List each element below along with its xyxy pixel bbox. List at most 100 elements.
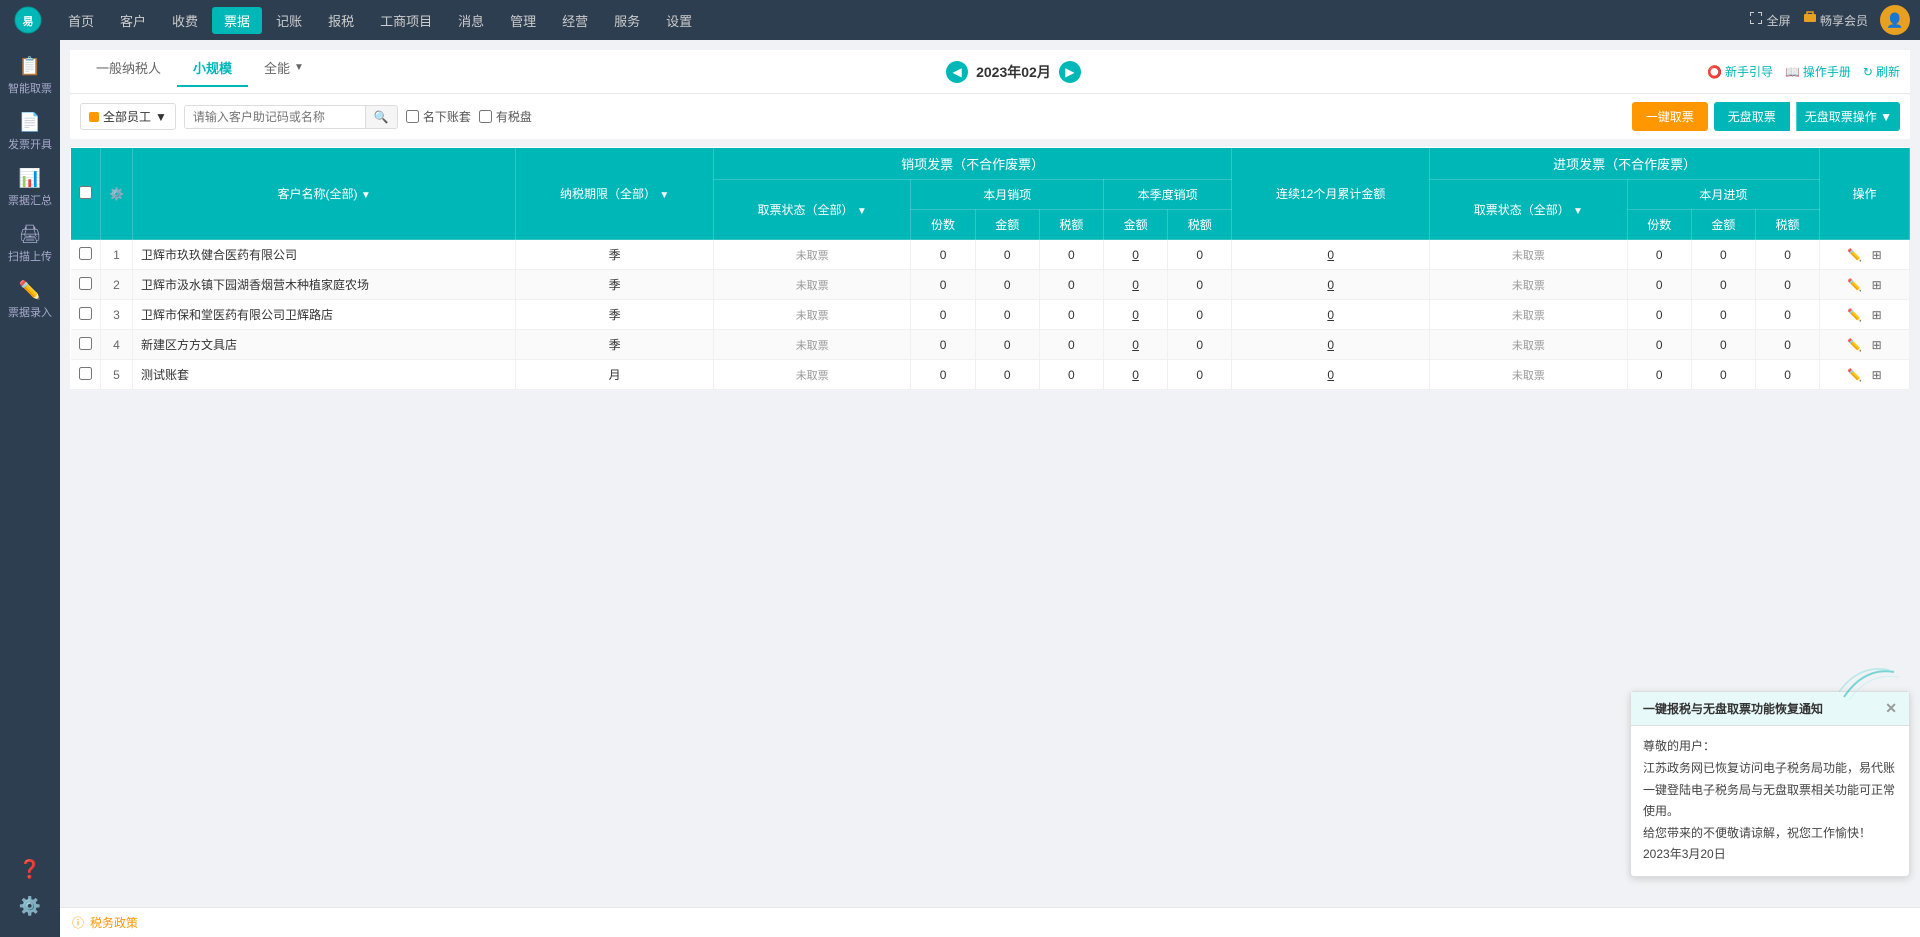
nav-item-记账[interactable]: 记账: [264, 7, 314, 34]
nav-item-工商项目[interactable]: 工商项目: [368, 7, 444, 34]
prev-month-btn[interactable]: ◀: [946, 61, 968, 83]
employee-dropdown[interactable]: 全部员工 ▼: [80, 103, 176, 130]
no-disk-operations-dropdown[interactable]: 无盘取票操作 ▼: [1796, 102, 1900, 131]
no-disk-fetch-btn[interactable]: 无盘取票: [1714, 102, 1790, 131]
12months-link[interactable]: 0: [1327, 248, 1334, 262]
th-settings: ⚙️: [101, 148, 133, 240]
sales-status-filter-icon[interactable]: ▼: [857, 206, 867, 217]
th-input-monthly-amount: 金额: [1691, 210, 1755, 240]
quarterly-amount-link[interactable]: 0: [1132, 368, 1139, 382]
nav-item-票据[interactable]: 票据: [212, 7, 262, 34]
search-input[interactable]: [185, 106, 365, 128]
more-icon[interactable]: ⊞: [1872, 308, 1882, 322]
popup-close-btn[interactable]: ✕: [1885, 700, 1897, 717]
row-number-cell: 5: [101, 360, 133, 390]
quarterly-amount-link[interactable]: 0: [1132, 308, 1139, 322]
refresh-btn[interactable]: ↻ 刷新: [1863, 63, 1900, 80]
new-guide-btn[interactable]: ⭕ 新手引导: [1707, 63, 1773, 80]
help-icon: ❓: [19, 859, 41, 880]
row-actions-cell: ✏️ ⊞: [1820, 270, 1910, 300]
row-input-monthly-shares-cell: 0: [1627, 270, 1691, 300]
row-sales-monthly-amount-cell: 0: [975, 330, 1039, 360]
controls-bar: 全部员工 ▼ 🔍 名下账套 有税盘 一键取票 无盘取票 无盘取票操作: [70, 94, 1910, 139]
tax-disk-checkbox[interactable]: [479, 110, 492, 123]
nav-item-设置[interactable]: 设置: [654, 7, 704, 34]
tax-policy-link[interactable]: 税务政策: [90, 914, 138, 931]
row-input-status-cell: 未取票: [1430, 330, 1628, 360]
more-icon[interactable]: ⊞: [1872, 368, 1882, 382]
more-icon[interactable]: ⊞: [1872, 278, 1882, 292]
row-input-monthly-amount-cell: 0: [1691, 330, 1755, 360]
search-button[interactable]: 🔍: [365, 106, 397, 128]
nav-item-管理[interactable]: 管理: [498, 7, 548, 34]
edit-icon[interactable]: ✏️: [1847, 308, 1862, 322]
12months-link[interactable]: 0: [1327, 308, 1334, 322]
nav-item-客户[interactable]: 客户: [108, 7, 158, 34]
more-icon[interactable]: ⊞: [1872, 338, 1882, 352]
refresh-icon: ↻: [1863, 65, 1873, 79]
sidebar-item-invoice-entry[interactable]: ✏️ 票据录入: [0, 272, 60, 328]
row-input-status-cell: 未取票: [1430, 360, 1628, 390]
user-avatar[interactable]: 👤: [1880, 5, 1910, 35]
fullscreen-btn[interactable]: 全屏: [1749, 11, 1790, 29]
edit-icon[interactable]: ✏️: [1847, 278, 1862, 292]
nav-item-报税[interactable]: 报税: [316, 7, 366, 34]
quarterly-amount-link[interactable]: 0: [1132, 338, 1139, 352]
th-input-fetch-status: 取票状态（全部） ▼: [1430, 180, 1628, 240]
nav-item-消息[interactable]: 消息: [446, 7, 496, 34]
member-btn[interactable]: 畅享会员: [1803, 11, 1868, 29]
nav-item-收费[interactable]: 收费: [160, 7, 210, 34]
row-checkbox[interactable]: [79, 337, 92, 350]
tab-all[interactable]: 全能 ▼: [248, 50, 320, 87]
select-all-checkbox[interactable]: [79, 186, 92, 199]
one-click-fetch-btn[interactable]: 一键取票: [1632, 102, 1708, 131]
12months-link[interactable]: 0: [1327, 278, 1334, 292]
th-sales-quarterly-amount: 金额: [1103, 210, 1167, 240]
top-navigation: 易 首页客户收费票据记账报税工商项目消息管理经营服务设置 全屏 畅享会员 👤: [0, 0, 1920, 40]
row-input-status-cell: 未取票: [1430, 270, 1628, 300]
tax-period-filter-icon[interactable]: ▼: [659, 190, 669, 201]
nav-item-服务[interactable]: 服务: [602, 7, 652, 34]
account-checkbox-label[interactable]: 名下账套: [406, 108, 471, 125]
tab-small-scale[interactable]: 小规模: [177, 50, 248, 87]
edit-icon[interactable]: ✏️: [1847, 248, 1862, 262]
sidebar-item-settings[interactable]: ⚙️: [0, 888, 60, 925]
sidebar-item-invoice-summary[interactable]: 📊 票据汇总: [0, 160, 60, 216]
tabs-bar: 一般纳税人 小规模 全能 ▼: [80, 50, 320, 85]
row-sales-status-cell: 未取票: [713, 300, 911, 330]
table-row: 4 新建区方方文具店 季 未取票 0 0 0 0 0 0 未取票 0 0 0 ✏…: [71, 330, 1910, 360]
row-sales-quarterly-amount-cell: 0: [1103, 270, 1167, 300]
12months-link[interactable]: 0: [1327, 368, 1334, 382]
app-logo[interactable]: 易: [10, 2, 46, 38]
filter-icon[interactable]: ▼: [361, 190, 371, 201]
manual-btn[interactable]: 📖 操作手册: [1785, 63, 1851, 80]
row-checkbox[interactable]: [79, 367, 92, 380]
smart-fetch-icon: 📋: [19, 56, 41, 77]
quarterly-amount-link[interactable]: 0: [1132, 278, 1139, 292]
sidebar-item-invoice-issue[interactable]: 📄 发票开具: [0, 104, 60, 160]
sidebar-item-scan-upload[interactable]: 🖨 扫描上传: [0, 216, 60, 272]
row-sales-quarterly-amount-cell: 0: [1103, 240, 1167, 270]
edit-icon[interactable]: ✏️: [1847, 368, 1862, 382]
row-sales-status-cell: 未取票: [713, 330, 911, 360]
next-month-btn[interactable]: ▶: [1059, 61, 1081, 83]
th-sales-quarterly-tax: 税额: [1168, 210, 1232, 240]
row-input-monthly-tax-cell: 0: [1755, 270, 1819, 300]
sidebar-item-help[interactable]: ❓: [0, 851, 60, 888]
input-status-filter-icon[interactable]: ▼: [1573, 206, 1583, 217]
sidebar-item-smart-fetch[interactable]: 📋 智能取票: [0, 48, 60, 104]
row-checkbox[interactable]: [79, 247, 92, 260]
12months-link[interactable]: 0: [1327, 338, 1334, 352]
tab-general-taxpayer[interactable]: 一般纳税人: [80, 50, 177, 87]
row-checkbox[interactable]: [79, 307, 92, 320]
row-checkbox[interactable]: [79, 277, 92, 290]
nav-item-首页[interactable]: 首页: [56, 7, 106, 34]
column-settings-icon[interactable]: ⚙️: [109, 187, 124, 201]
more-icon[interactable]: ⊞: [1872, 248, 1882, 262]
tax-disk-checkbox-label[interactable]: 有税盘: [479, 108, 532, 125]
edit-icon[interactable]: ✏️: [1847, 338, 1862, 352]
nav-item-经营[interactable]: 经营: [550, 7, 600, 34]
row-input-monthly-amount-cell: 0: [1691, 270, 1755, 300]
account-checkbox[interactable]: [406, 110, 419, 123]
quarterly-amount-link[interactable]: 0: [1132, 248, 1139, 262]
